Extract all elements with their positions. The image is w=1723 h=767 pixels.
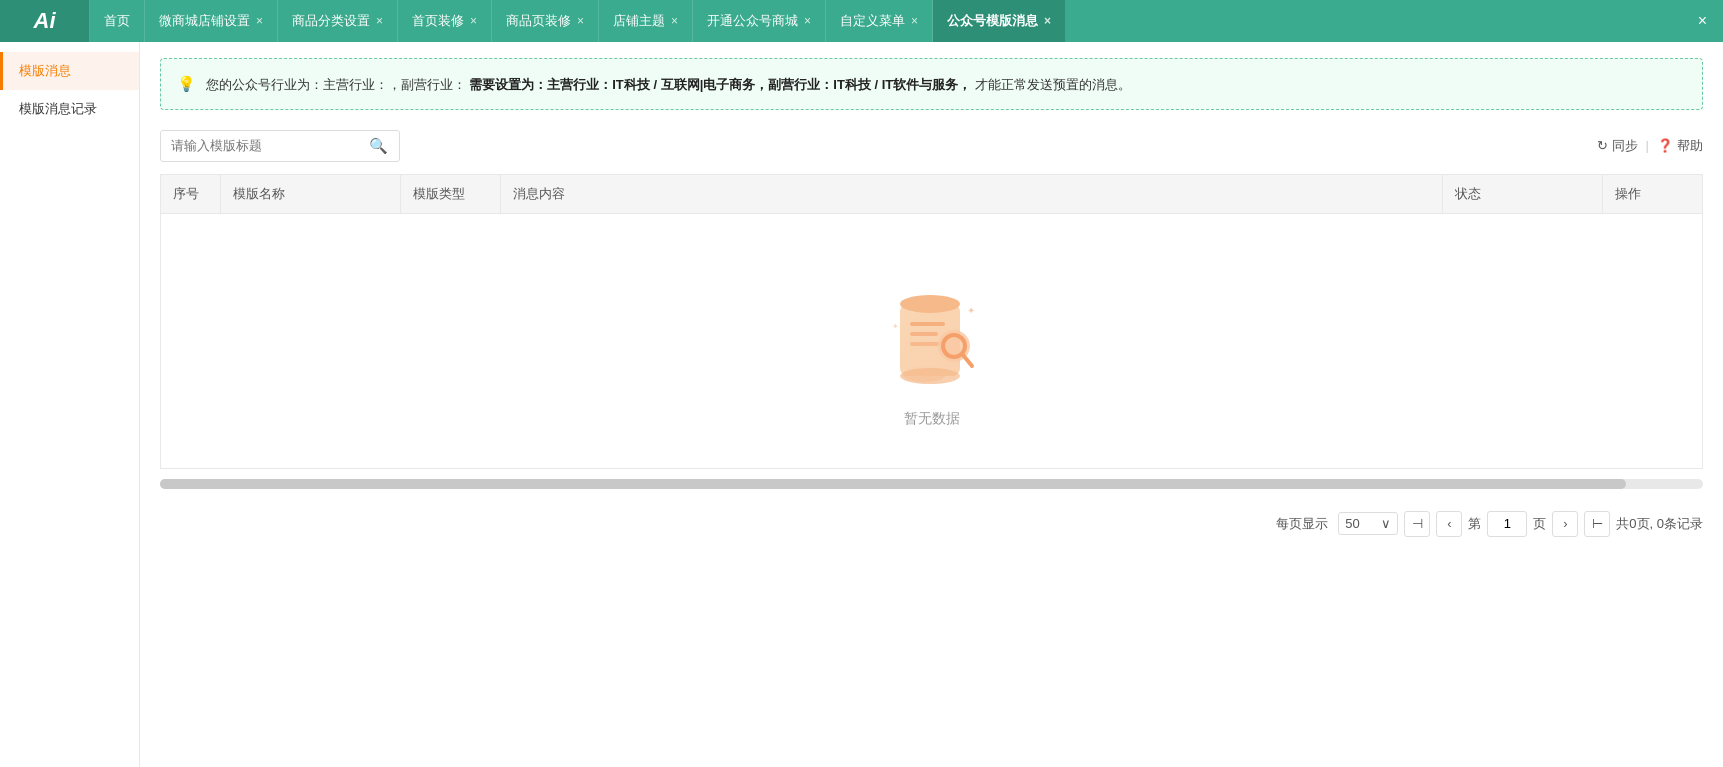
- col-header-name: 模版名称: [221, 174, 401, 213]
- nav-tab-product-decor[interactable]: 商品页装修 ×: [492, 0, 599, 42]
- toolbar-right: ↻ 同步 | ❓ 帮助: [1597, 137, 1703, 155]
- notice-suffix: 才能正常发送预置的消息。: [975, 77, 1131, 92]
- table-empty-row: ✦ ✦ 暂无数据: [161, 213, 1703, 468]
- nav-tab-shop-settings[interactable]: 微商城店铺设置 ×: [145, 0, 278, 42]
- sync-label: 同步: [1612, 137, 1638, 155]
- help-icon: ❓: [1657, 138, 1673, 153]
- nav-tab-category-label: 商品分类设置: [292, 12, 370, 30]
- col-header-type: 模版类型: [401, 174, 501, 213]
- col-header-status: 状态: [1443, 174, 1603, 213]
- nav-tab-open-mall-label: 开通公众号商城: [707, 12, 798, 30]
- toolbar-divider: |: [1646, 138, 1649, 153]
- svg-rect-6: [910, 332, 938, 336]
- search-button[interactable]: 🔍: [361, 131, 396, 161]
- svg-text:✦: ✦: [892, 322, 899, 331]
- scroll-thumb[interactable]: [160, 479, 1626, 489]
- svg-line-10: [963, 355, 972, 366]
- nav-tab-theme[interactable]: 店铺主题 ×: [599, 0, 693, 42]
- notice-icon: 💡: [177, 75, 196, 92]
- sync-icon: ↻: [1597, 138, 1608, 153]
- svg-point-4: [900, 368, 960, 384]
- close-theme-icon[interactable]: ×: [671, 14, 678, 28]
- nav-tab-home-decor[interactable]: 首页装修 ×: [398, 0, 492, 42]
- notice-prefix: 您的公众号行业为：主营行业：，副营行业：: [206, 77, 466, 92]
- close-home-decor-icon[interactable]: ×: [470, 14, 477, 28]
- nav-tab-custom-menu-label: 自定义菜单: [840, 12, 905, 30]
- nav-tab-theme-label: 店铺主题: [613, 12, 665, 30]
- sidebar-item-template-msg-record-label: 模版消息记录: [19, 101, 97, 116]
- notice-box: 💡 您的公众号行业为：主营行业：，副营行业： 需要设置为：主营行业：IT科技 /…: [160, 58, 1703, 110]
- close-shop-settings-icon[interactable]: ×: [256, 14, 263, 28]
- nav-tab-home[interactable]: 首页: [90, 0, 145, 42]
- close-open-mall-icon[interactable]: ×: [804, 14, 811, 28]
- first-page-button[interactable]: ⊣: [1404, 511, 1430, 537]
- sync-button[interactable]: ↻ 同步: [1597, 137, 1638, 155]
- close-product-decor-icon[interactable]: ×: [577, 14, 584, 28]
- nav-tab-custom-menu[interactable]: 自定义菜单 ×: [826, 0, 933, 42]
- per-page-label: 每页显示: [1276, 515, 1328, 533]
- last-page-button[interactable]: ⊢: [1584, 511, 1610, 537]
- top-nav: Ai 首页 微商城店铺设置 × 商品分类设置 × 首页装修 × 商品页装修 × …: [0, 0, 1723, 42]
- search-bar: 🔍 ↻ 同步 | ❓ 帮助: [160, 130, 1703, 162]
- help-label: 帮助: [1677, 137, 1703, 155]
- empty-text: 暂无数据: [904, 410, 960, 428]
- nav-tab-category[interactable]: 商品分类设置 ×: [278, 0, 398, 42]
- next-page-button[interactable]: ›: [1552, 511, 1578, 537]
- col-header-content: 消息内容: [501, 174, 1443, 213]
- search-input[interactable]: [161, 132, 361, 159]
- close-custom-menu-icon[interactable]: ×: [911, 14, 918, 28]
- scroll-track[interactable]: [160, 479, 1703, 489]
- prev-page-button[interactable]: ‹: [1436, 511, 1462, 537]
- svg-point-3: [900, 295, 960, 313]
- close-category-icon[interactable]: ×: [376, 14, 383, 28]
- nav-tab-home-decor-label: 首页装修: [412, 12, 464, 30]
- pagination-bar: 每页显示 50 ∨ ⊣ ‹ 第 页 › ⊢ 共0页, 0条记录: [160, 499, 1703, 537]
- help-button[interactable]: ❓ 帮助: [1657, 137, 1703, 155]
- close-template-msg-icon[interactable]: ×: [1044, 14, 1051, 28]
- nav-tab-open-mall[interactable]: 开通公众号商城 ×: [693, 0, 826, 42]
- nav-tab-home-label: 首页: [104, 12, 130, 30]
- svg-text:✦: ✦: [967, 305, 975, 316]
- page-label-post: 页: [1533, 515, 1546, 533]
- search-input-wrapper: 🔍: [160, 130, 400, 162]
- svg-rect-7: [910, 342, 942, 346]
- app-logo: Ai: [0, 0, 90, 42]
- empty-state: ✦ ✦ 暂无数据: [161, 214, 1702, 468]
- empty-state-icon: ✦ ✦: [872, 274, 992, 394]
- per-page-value: 50: [1345, 516, 1359, 531]
- nav-tab-template-msg[interactable]: 公众号模版消息 ×: [933, 0, 1066, 42]
- per-page-chevron-icon: ∨: [1381, 516, 1391, 531]
- data-table: 序号 模版名称 模版类型 消息内容 状态 操作: [160, 174, 1703, 469]
- notice-highlight: 需要设置为：主营行业：IT科技 / 互联网|电子商务，副营行业：IT科技 / I…: [469, 77, 971, 92]
- per-page-select[interactable]: 50 ∨: [1338, 512, 1398, 535]
- nav-tab-template-msg-label: 公众号模版消息: [947, 12, 1038, 30]
- sidebar-item-template-msg-record[interactable]: 模版消息记录: [0, 90, 139, 128]
- content-area: 💡 您的公众号行业为：主营行业：，副营行业： 需要设置为：主营行业：IT科技 /…: [140, 42, 1723, 767]
- page-label-pre: 第: [1468, 515, 1481, 533]
- col-header-index: 序号: [161, 174, 221, 213]
- table-header-row: 序号 模版名称 模版类型 消息内容 状态 操作: [161, 174, 1703, 213]
- sidebar-item-template-msg-label: 模版消息: [19, 63, 71, 78]
- sidebar: 模版消息 模版消息记录: [0, 42, 140, 767]
- nav-close-all-button[interactable]: ×: [1682, 0, 1723, 42]
- sidebar-item-template-msg[interactable]: 模版消息: [0, 52, 139, 90]
- total-label: 共0页, 0条记录: [1616, 515, 1703, 533]
- main-layout: 模版消息 模版消息记录 💡 您的公众号行业为：主营行业：，副营行业： 需要设置为…: [0, 42, 1723, 767]
- col-header-action: 操作: [1603, 174, 1703, 213]
- svg-rect-5: [910, 322, 945, 326]
- page-input[interactable]: [1487, 511, 1527, 537]
- nav-tab-shop-settings-label: 微商城店铺设置: [159, 12, 250, 30]
- nav-tab-product-decor-label: 商品页装修: [506, 12, 571, 30]
